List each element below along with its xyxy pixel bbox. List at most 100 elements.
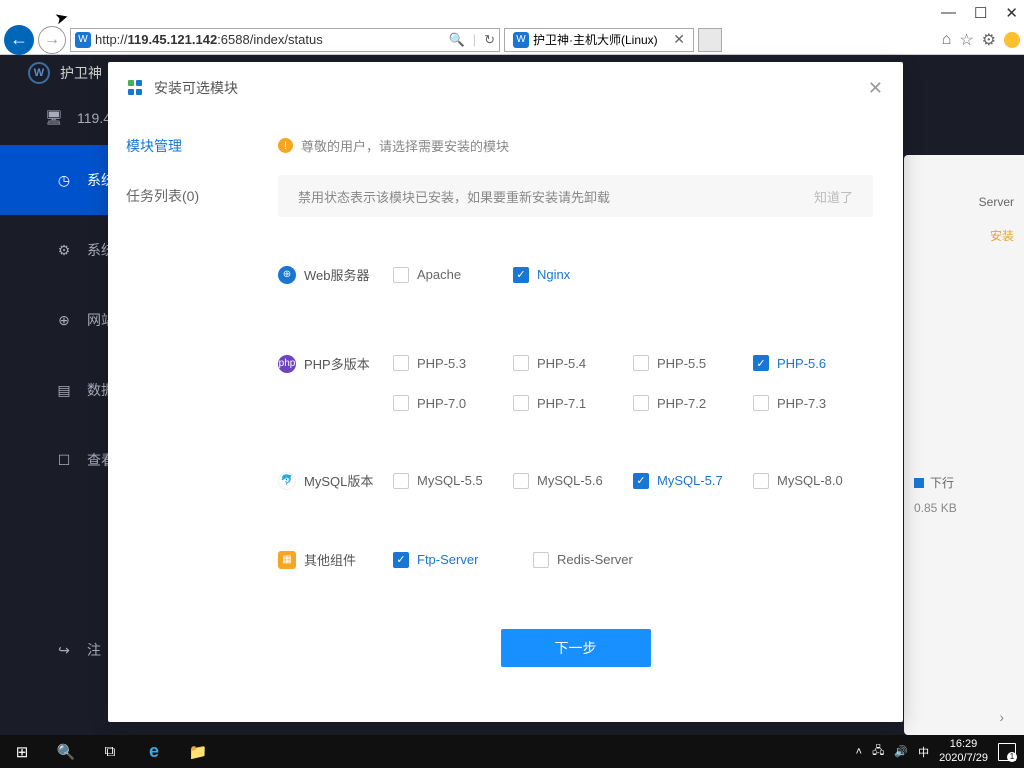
checkbox-icon[interactable] (393, 355, 409, 371)
checkbox-icon[interactable] (633, 355, 649, 371)
close-button[interactable]: ✕ (1005, 4, 1018, 22)
checkbox-icon[interactable]: ✓ (393, 552, 409, 568)
new-tab-button[interactable] (698, 28, 722, 52)
option-mysql55[interactable]: MySQL-5.5 (393, 473, 513, 489)
option-nginx[interactable]: ✓ Nginx (513, 267, 633, 283)
site-icon: W (75, 32, 91, 48)
taskbar: ⊞ 🔍 ⧉ e 📁 ˄ 🖧 🔊 中 16:29 2020/7/29 (0, 735, 1024, 768)
option-mysql57[interactable]: ✓ MySQL-5.7 (633, 473, 753, 489)
taskview-button[interactable]: ⧉ (88, 735, 132, 768)
option-label: PHP-5.5 (657, 356, 706, 371)
checkbox-icon[interactable] (753, 473, 769, 489)
checkbox-icon[interactable]: ✓ (513, 267, 529, 283)
section-title: Web服务器 (304, 265, 370, 284)
ime-icon[interactable]: 中 (918, 744, 929, 760)
browser-tab[interactable]: W 护卫神·主机大师(Linux) ✕ (504, 28, 694, 52)
option-apache[interactable]: Apache (393, 267, 513, 283)
forward-button[interactable]: → (38, 26, 66, 54)
section-php: php PHP多版本 PHP-5.3PHP-5.4PHP-5.5✓PHP-5.6… (278, 354, 873, 411)
favorites-icon[interactable]: ☆ (959, 30, 973, 50)
next-button[interactable]: 下一步 (501, 629, 651, 667)
logout-icon: ↪ (55, 641, 73, 659)
got-it-link[interactable]: 知道了 (814, 187, 853, 206)
option-label: PHP-7.0 (417, 396, 466, 411)
option-php56[interactable]: ✓PHP-5.6 (753, 355, 873, 371)
option-label: MySQL-5.7 (657, 473, 723, 488)
checkbox-icon[interactable] (393, 267, 409, 283)
info-bar: 禁用状态表示该模块已安装，如果要重新安装请先卸载 知道了 (278, 175, 873, 217)
package-icon: ▦ (278, 551, 296, 569)
section-title: 其他组件 (304, 550, 356, 569)
tab-close-icon[interactable]: ✕ (673, 31, 685, 48)
scroll-right-icon[interactable]: › (999, 709, 1004, 727)
modules-icon (128, 80, 144, 96)
option-mysql80[interactable]: MySQL-8.0 (753, 473, 873, 489)
modal-close-button[interactable]: ✕ (868, 78, 883, 99)
modal-title: 安装可选模块 (154, 78, 238, 98)
option-label: PHP-7.2 (657, 396, 706, 411)
option-label: Nginx (537, 267, 570, 282)
search-button[interactable]: 🔍 (44, 735, 88, 768)
address-bar[interactable]: W http://119.45.121.142:6588/index/statu… (70, 28, 500, 52)
sidebar-label: 注 (87, 640, 101, 660)
checkbox-icon[interactable] (393, 395, 409, 411)
checkbox-icon[interactable] (513, 395, 529, 411)
option-php70[interactable]: PHP-7.0 (393, 395, 513, 411)
checkbox-icon[interactable] (513, 355, 529, 371)
mysql-options: MySQL-5.5 MySQL-5.6 ✓ MySQL-5.7 MySQL-8.0 (393, 473, 873, 489)
feedback-icon[interactable] (1004, 32, 1020, 48)
app-logo-icon: W (28, 62, 50, 84)
server-label: Server (914, 195, 1014, 209)
minimize-button[interactable]: — (941, 4, 956, 21)
option-label: MySQL-5.6 (537, 473, 603, 488)
checkbox-icon[interactable] (513, 473, 529, 489)
nav-module-manage[interactable]: 模块管理 (108, 136, 278, 186)
option-label: MySQL-5.5 (417, 473, 483, 488)
volume-icon[interactable]: 🔊 (894, 745, 908, 758)
window-titlebar: — ☐ ✕ (0, 0, 1024, 25)
network-icon[interactable]: 🖧 (872, 742, 884, 761)
legend-square-icon (914, 478, 924, 488)
option-ftpserver[interactable]: ✓ Ftp-Server (393, 552, 533, 568)
option-php55[interactable]: PHP-5.5 (633, 355, 753, 371)
section-mysql: 🐬 MySQL版本 MySQL-5.5MySQL-5.6✓MySQL-5.7My… (278, 471, 873, 490)
explorer-button[interactable]: 📁 (176, 735, 220, 768)
home-icon[interactable]: ⌂ (942, 31, 952, 49)
settings-icon[interactable]: ⚙ (982, 30, 996, 50)
clock[interactable]: 16:29 2020/7/29 (939, 738, 988, 764)
section-title: MySQL版本 (304, 471, 373, 490)
option-label: PHP-7.1 (537, 396, 586, 411)
maximize-button[interactable]: ☐ (974, 4, 987, 22)
checkbox-icon[interactable] (393, 473, 409, 489)
url-actions: 🔍 | ↻ (449, 32, 495, 48)
option-label: PHP-5.4 (537, 356, 586, 371)
other-options: ✓ Ftp-Server Redis-Server (393, 552, 673, 568)
section-other: ▦ 其他组件 ✓ Ftp-Server Redis-Server (278, 550, 873, 569)
checkbox-icon[interactable] (753, 395, 769, 411)
notifications-icon[interactable] (998, 743, 1016, 761)
option-php71[interactable]: PHP-7.1 (513, 395, 633, 411)
search-icon[interactable]: 🔍 (449, 32, 465, 48)
checkbox-icon[interactable]: ✓ (633, 473, 649, 489)
option-php72[interactable]: PHP-7.2 (633, 395, 753, 411)
section-title: PHP多版本 (304, 354, 370, 373)
ie-button[interactable]: e (132, 735, 176, 768)
checkbox-icon[interactable] (633, 395, 649, 411)
tray-up-icon[interactable]: ˄ (856, 746, 862, 758)
option-label: Ftp-Server (417, 552, 478, 567)
refresh-icon[interactable]: ↻ (484, 32, 495, 48)
option-php53[interactable]: PHP-5.3 (393, 355, 513, 371)
option-php54[interactable]: PHP-5.4 (513, 355, 633, 371)
option-php73[interactable]: PHP-7.3 (753, 395, 873, 411)
monitor-icon: 🖥 (45, 109, 63, 127)
info-text: 禁用状态表示该模块已安装，如果要重新安装请先卸载 (298, 187, 610, 206)
checkbox-icon[interactable] (533, 552, 549, 568)
warning-icon: ! (278, 138, 293, 153)
start-button[interactable]: ⊞ (0, 735, 44, 768)
nav-task-list[interactable]: 任务列表(0) (108, 186, 278, 236)
option-redisserver[interactable]: Redis-Server (533, 552, 673, 568)
install-link[interactable]: 安装 (914, 227, 1014, 244)
back-button[interactable]: ← (4, 25, 34, 55)
option-mysql56[interactable]: MySQL-5.6 (513, 473, 633, 489)
checkbox-icon[interactable]: ✓ (753, 355, 769, 371)
